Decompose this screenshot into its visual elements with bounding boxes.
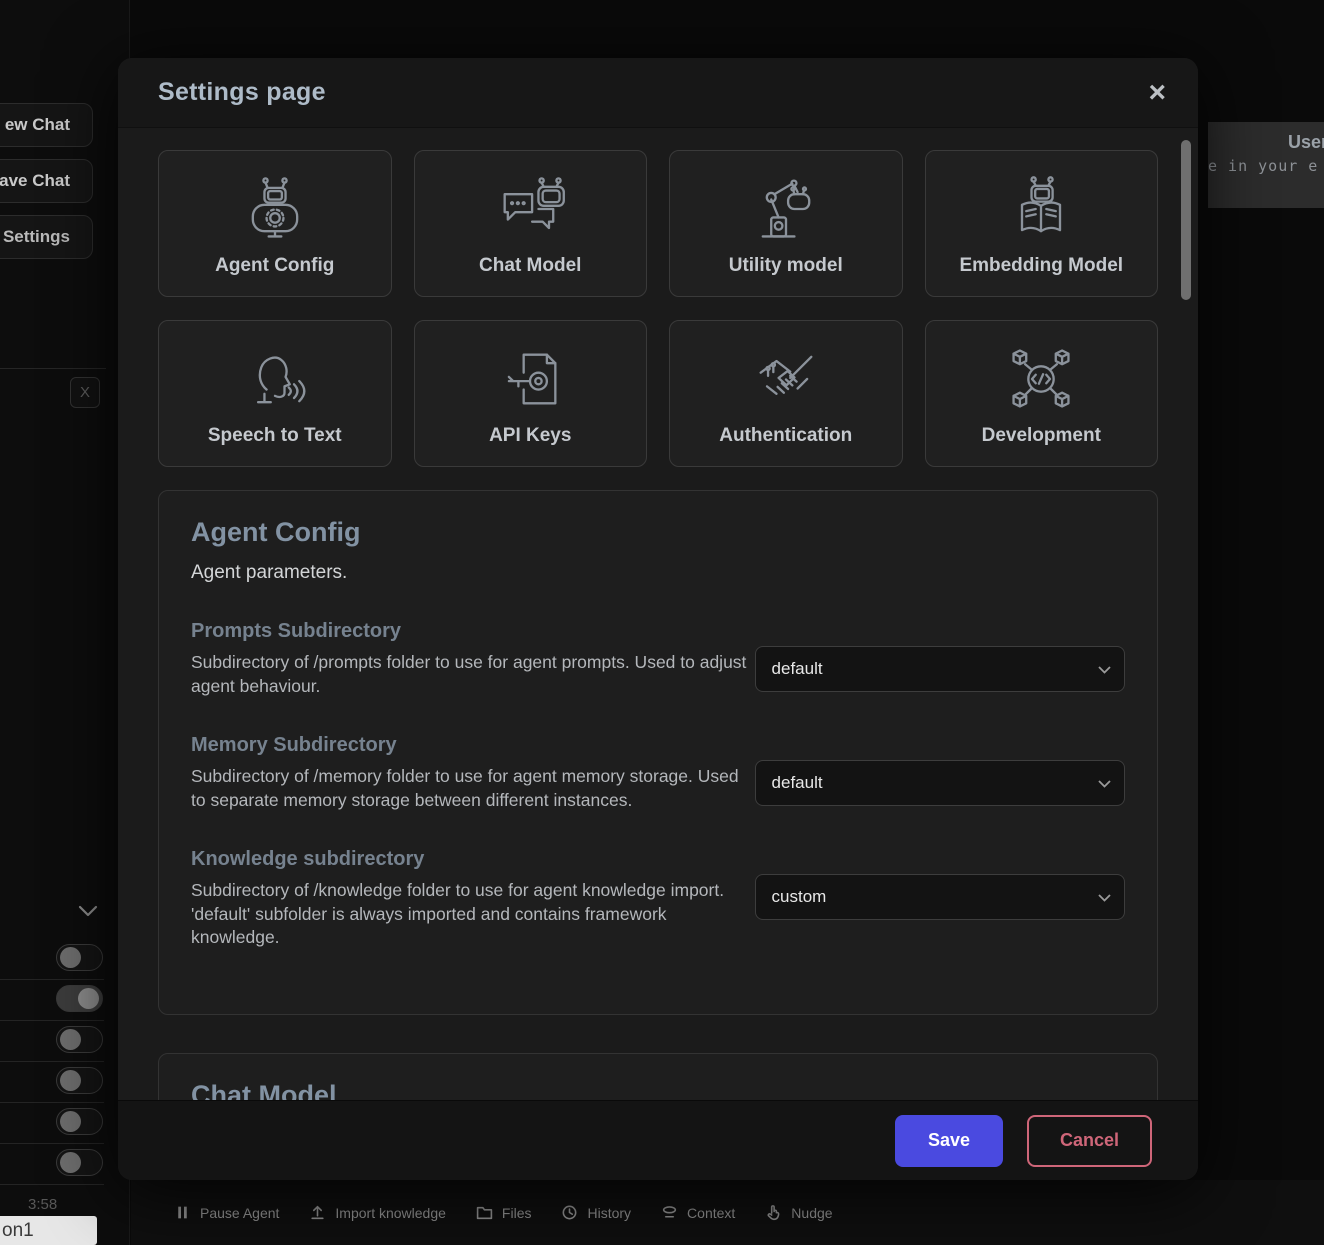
chat-model-section: Chat Model: [158, 1053, 1158, 1100]
handshake-icon: [759, 355, 813, 395]
robot-gear-icon: [251, 176, 299, 238]
field-description: Subdirectory of /knowledge folder to use…: [191, 880, 725, 947]
sidebar-toggle-3[interactable]: [56, 1026, 103, 1053]
close-chat-tab-button[interactable]: X: [70, 377, 100, 408]
settings-category-grid: Agent Config Chat Model Utility model Em…: [158, 150, 1158, 467]
modal-scroll-area: Agent Config Chat Model Utility model Em…: [118, 128, 1198, 1100]
close-icon[interactable]: ×: [1148, 77, 1166, 108]
sidebar-toggle-6[interactable]: [56, 1149, 103, 1176]
pointing-hand-icon: [765, 1204, 782, 1221]
user-message-text: e in your e: [1208, 157, 1319, 175]
chevron-down-icon: [1098, 666, 1111, 674]
settings-button[interactable]: Settings: [0, 215, 93, 259]
user-message-heading: User: [1287, 132, 1324, 152]
field-label: Memory Subdirectory: [191, 734, 397, 756]
settings-tab-embedding-model[interactable]: Embedding Model: [924, 150, 1158, 297]
clock-icon: [561, 1204, 578, 1221]
modal-header: Settings page ×: [118, 58, 1198, 128]
chevron-down-icon[interactable]: [78, 905, 98, 917]
pause-agent-button[interactable]: Pause Agent: [174, 1204, 279, 1221]
settings-tab-utility-model[interactable]: Utility model: [669, 150, 903, 297]
sidebar-toggle-5[interactable]: [56, 1108, 103, 1135]
field-description: Subdirectory of /memory folder to use fo…: [191, 766, 739, 810]
robot-arm-icon: [761, 178, 811, 238]
agent-config-section: Agent Config Agent parameters. Prompts S…: [158, 490, 1158, 1015]
upload-icon: [309, 1204, 326, 1221]
folder-icon: [476, 1204, 493, 1221]
settings-tab-authentication[interactable]: Authentication: [669, 320, 903, 467]
modal-title: Settings page: [158, 78, 326, 106]
settings-label: Settings: [2, 227, 70, 246]
sidebar-toggle-2[interactable]: [56, 985, 103, 1012]
toggle-row-divider: [0, 1143, 104, 1144]
prompts-subdirectory-select[interactable]: default: [754, 646, 1125, 692]
settings-tab-development[interactable]: Development: [924, 320, 1158, 467]
section-subtitle: Agent parameters.: [191, 562, 348, 583]
save-button[interactable]: Save: [895, 1114, 1003, 1167]
save-chat-button[interactable]: ave Chat: [0, 159, 93, 203]
sidebar-toggle-1[interactable]: [56, 944, 103, 971]
toggle-row-divider: [0, 1061, 104, 1062]
files-button[interactable]: Files: [476, 1204, 531, 1221]
memory-subdirectory-field: Memory Subdirectory Subdirectory of /mem…: [191, 734, 1125, 812]
save-chat-label: ave Chat: [0, 171, 70, 190]
timer-text: 3:58: [28, 1196, 58, 1213]
left-sidebar: ew Chat ave Chat Settings X 3:58 on1: [0, 0, 130, 1245]
nudge-button[interactable]: Nudge: [765, 1204, 833, 1221]
sidebar-toggle-4[interactable]: [56, 1067, 103, 1094]
knowledge-subdirectory-select[interactable]: custom: [754, 874, 1125, 920]
settings-modal: Settings page × Agent Config Chat Model …: [118, 58, 1198, 1180]
key-document-icon: [507, 353, 557, 404]
status-tooltip: on1: [0, 1216, 97, 1245]
chevron-down-icon: [1098, 780, 1111, 788]
knowledge-subdirectory-field: Knowledge subdirectory Subdirectory of /…: [191, 848, 1125, 950]
prompts-subdirectory-field: Prompts Subdirectory Subdirectory of /pr…: [191, 620, 1125, 698]
toggle-row-divider: [0, 979, 104, 980]
cancel-button[interactable]: Cancel: [1027, 1114, 1152, 1167]
settings-tab-api-keys[interactable]: API Keys: [413, 320, 647, 467]
section-title: Chat Model: [191, 1080, 337, 1100]
code-cubes-icon: [1012, 348, 1070, 408]
chevron-down-icon: [1098, 894, 1111, 902]
sidebar-divider: [0, 368, 106, 369]
robot-book-icon: [1021, 175, 1062, 232]
history-button[interactable]: History: [561, 1204, 631, 1221]
bottom-toolbar: Pause Agent Import knowledge Files Histo…: [131, 1180, 1324, 1245]
field-description: Subdirectory of /prompts folder to use f…: [191, 652, 747, 696]
modal-footer: Save Cancel: [118, 1100, 1198, 1180]
field-label: Knowledge subdirectory: [191, 848, 425, 870]
toggle-row-divider: [0, 1020, 104, 1021]
import-knowledge-button[interactable]: Import knowledge: [309, 1204, 446, 1221]
settings-tab-speech-to-text[interactable]: Speech to Text: [158, 320, 392, 467]
context-stack-icon: [661, 1204, 678, 1221]
chat-robot-icon: [503, 176, 566, 229]
field-label: Prompts Subdirectory: [191, 620, 402, 642]
user-message-bubble: User e in your e: [1208, 122, 1324, 208]
context-button[interactable]: Context: [661, 1204, 735, 1221]
toggle-row-divider: [0, 1102, 104, 1103]
new-chat-button[interactable]: ew Chat: [0, 103, 93, 147]
modal-scrollbar-thumb[interactable]: [1181, 140, 1191, 300]
section-title: Agent Config: [191, 517, 361, 547]
settings-tab-agent-config[interactable]: Agent Config: [158, 150, 392, 297]
speaking-face-icon: [256, 356, 306, 403]
memory-subdirectory-select[interactable]: default: [754, 760, 1125, 806]
settings-tab-chat-model[interactable]: Chat Model: [413, 150, 647, 297]
new-chat-label: ew Chat: [4, 115, 70, 134]
toggle-row-divider: [0, 1184, 104, 1185]
pause-icon: [174, 1204, 191, 1221]
